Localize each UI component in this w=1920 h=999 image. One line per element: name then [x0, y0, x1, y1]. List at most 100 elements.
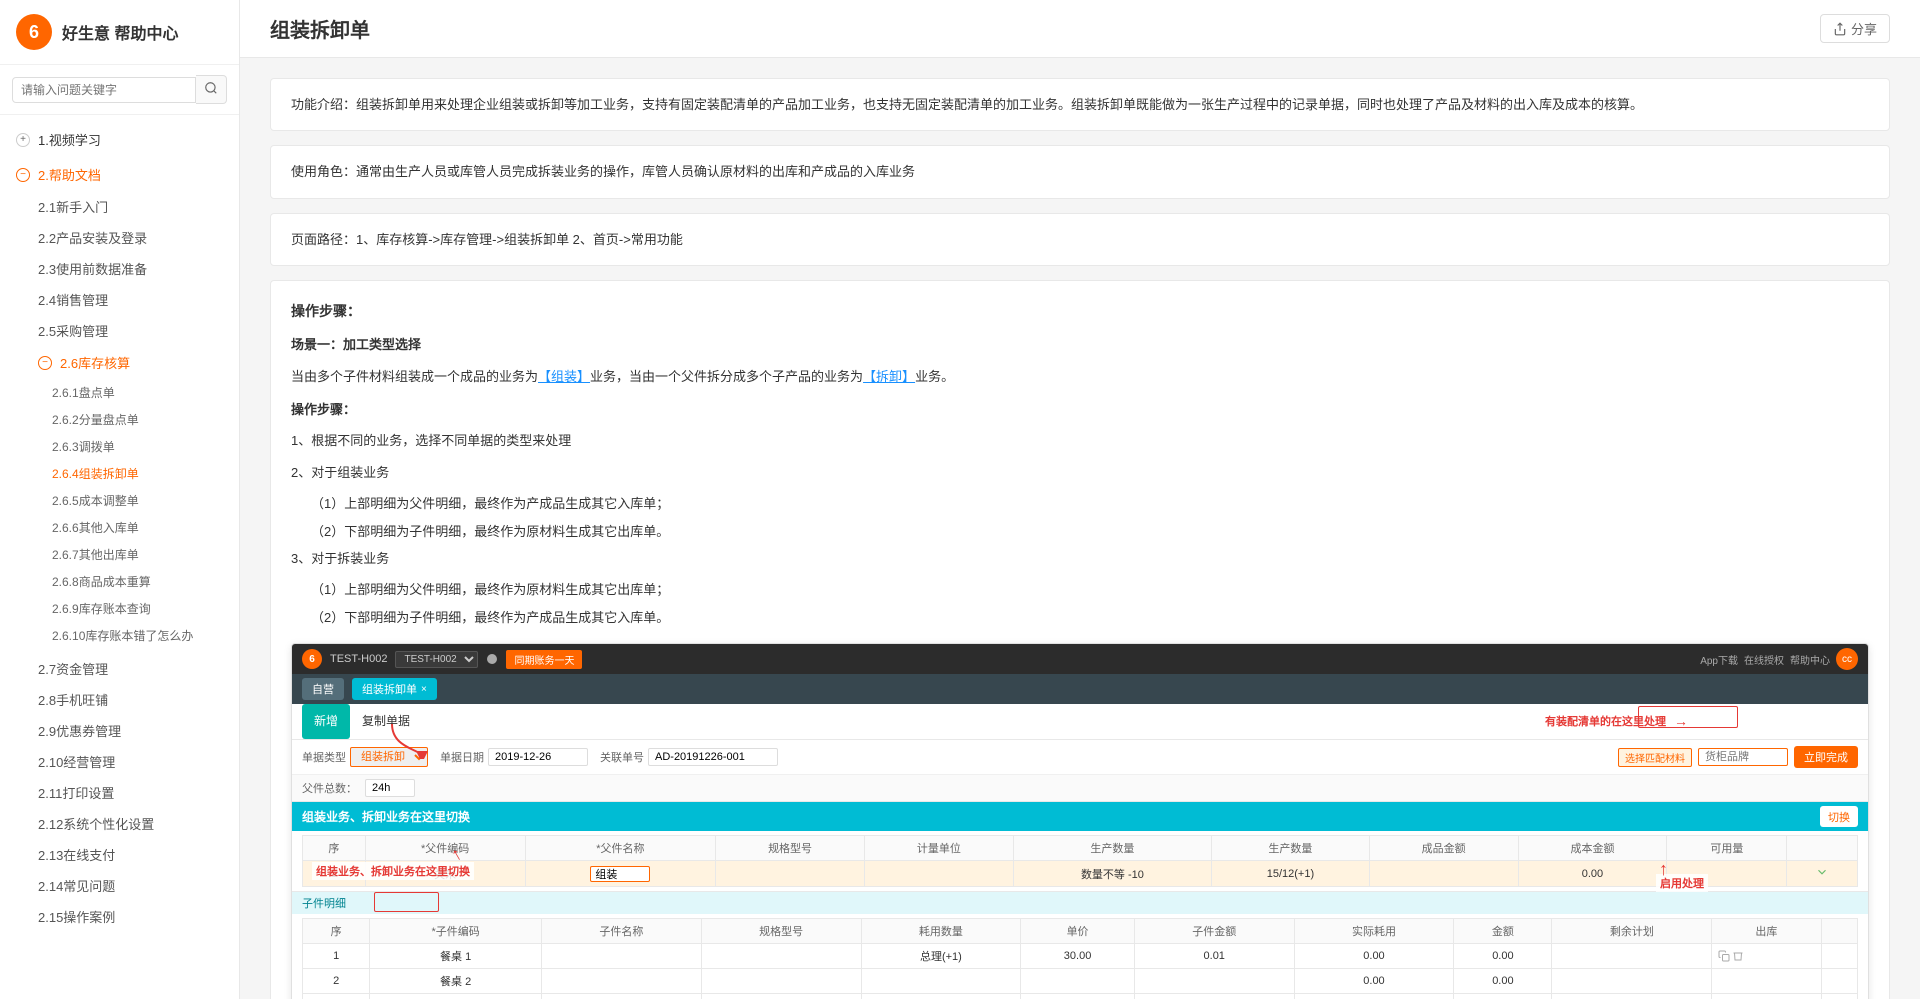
- inner-table-bottom-container: 序 *子件编码 子件名称 规格型号 耗用数量 单价 子件金额 实际耗用 金额 剩…: [292, 914, 1868, 999]
- nav-section-inventory: − 2.6库存核算 2.6.1盘点单 2.6.2分量盘点单 2.6.3调拨单 2…: [0, 346, 239, 649]
- inner-sync-btn[interactable]: 同期账务一天: [506, 650, 582, 669]
- inner-company: TEST-H002: [330, 653, 387, 665]
- inner-ref-input[interactable]: [648, 748, 778, 766]
- sidebar-item-split[interactable]: 2.6.2分量盘点单: [0, 406, 239, 433]
- sidebar-item-sales[interactable]: 2.4销售管理: [0, 284, 239, 315]
- function-intro-box: 功能介绍：组装拆卸单用来处理企业组装或拆卸等加工业务，支持有固定装配清单的产品加…: [270, 78, 1890, 131]
- copy-icon[interactable]: [1718, 950, 1730, 962]
- sidebar-search-area: [0, 65, 239, 115]
- delete-icon[interactable]: [1732, 950, 1744, 962]
- sidebar-item-cases[interactable]: 2.15操作案例: [0, 901, 239, 932]
- inner-table-bottom: 序 *子件编码 子件名称 规格型号 耗用数量 单价 子件金额 实际耗用 金额 剩…: [302, 918, 1858, 999]
- sidebar: 6 好生意 帮助中心 + 1.视频学习 − 2.帮助文档 2.1新手入门 2.2…: [0, 0, 240, 999]
- sidebar-item-install[interactable]: 2.2产品安装及登录: [0, 222, 239, 253]
- inner-tab-copy[interactable]: 复制单据: [350, 704, 422, 739]
- scenario1-title: 场景一：加工类型选择: [291, 337, 421, 352]
- steps-title: 操作步骤：: [291, 398, 1869, 421]
- operations-section: 操作步骤： 场景一：加工类型选择 当由多个子件材料组装成一个成品的业务为【组装】…: [270, 280, 1890, 999]
- step2: 2、对于组装业务: [291, 461, 1869, 484]
- row-expand-icon[interactable]: [1815, 865, 1829, 879]
- inner-ref-group: 关联单号: [600, 748, 778, 766]
- sidebar-item-mobile[interactable]: 2.8手机旺铺: [0, 684, 239, 715]
- sidebar-item-data[interactable]: 2.3使用前数据准备: [0, 253, 239, 284]
- inner-confirm-btn[interactable]: 立即完成: [1794, 746, 1858, 768]
- main-header: 组装拆卸单 分享: [240, 0, 1920, 58]
- sidebar-item-cost[interactable]: 2.6.5成本调整单: [0, 487, 239, 514]
- sidebar-item-error[interactable]: 2.6.10库存账本错了怎么办: [0, 622, 239, 649]
- sidebar-item-print[interactable]: 2.11打印设置: [0, 777, 239, 808]
- app-logo-icon: 6: [16, 14, 52, 50]
- sidebar-item-purchase[interactable]: 2.5采购管理: [0, 315, 239, 346]
- sidebar-item-assembly[interactable]: 2.6.4组装拆卸单: [0, 460, 239, 487]
- page-title: 组装拆卸单: [270, 14, 370, 43]
- inner-match-badge[interactable]: 选择匹配材料: [1618, 748, 1692, 767]
- inner-search-group: [1698, 748, 1788, 766]
- inner-cell-input[interactable]: [590, 866, 650, 882]
- sidebar-item-custom[interactable]: 2.12系统个性化设置: [0, 808, 239, 839]
- inner-form-row2: 父件总数：: [292, 775, 1868, 802]
- app-title: 好生意 帮助中心: [62, 20, 178, 44]
- sidebar-item-newbie[interactable]: 2.1新手入门: [0, 191, 239, 222]
- inner-table-top: 序 *父件编码 *父件名称 规格型号 计量单位 生产数量 生产数量 成品金额 成…: [302, 835, 1858, 887]
- nav-section-video: + 1.视频学习: [0, 123, 239, 156]
- expand-icon: +: [16, 133, 30, 147]
- inner-date-input[interactable]: [488, 748, 588, 766]
- screenshot-container: 6 TEST-H002 TEST-H002 同期账务一天 App下载在线授权帮助…: [291, 643, 1869, 999]
- path-box: 页面路径：1、库存核算->库存管理->组装拆卸单 2、首页->常用功能: [270, 213, 1890, 266]
- sidebar-item-docs[interactable]: − 2.帮助文档: [0, 158, 239, 191]
- inner-topbar-right: App下载在线授权帮助中心 cc: [1700, 648, 1858, 670]
- role-box: 使用角色：通常由生产人员或库管人员完成拆装业务的操作，库管人员确认原材料的出库和…: [270, 145, 1890, 198]
- inner-type-select[interactable]: 组装拆卸: [350, 747, 428, 767]
- disassembly-step2: （2）下部明细为子件明细，最终作为产成品生成其它入库单。: [311, 606, 1869, 629]
- assembly-step1: （1）上部明细为父件明细，最终作为产成品生成其它入库单；: [311, 492, 1869, 515]
- inner-nav-assembly[interactable]: 组装拆卸单 ×: [352, 678, 437, 700]
- inner-table-header-bottom: 子件明细: [292, 891, 1868, 914]
- sidebar-item-online[interactable]: 2.13在线支付: [0, 839, 239, 870]
- sidebar-logo: 6 好生意 帮助中心: [0, 0, 239, 65]
- disassembly-step1: （1）上部明细为父件明细，最终作为原材料生成其它出库单；: [311, 578, 1869, 601]
- sidebar-item-inventory[interactable]: − 2.6库存核算: [0, 346, 239, 379]
- sidebar-item-query[interactable]: 2.6.9库存账本查询: [0, 595, 239, 622]
- inner-parent-count[interactable]: [365, 779, 415, 797]
- main-area: 组装拆卸单 分享 功能介绍：组装拆卸单用来处理企业组装或拆卸等加工业务，支持有固…: [240, 0, 1920, 999]
- table-row: 30.00: [303, 994, 1858, 999]
- inner-nav-home[interactable]: 自营: [302, 678, 344, 700]
- sidebar-item-faq[interactable]: 2.14常见问题: [0, 870, 239, 901]
- collapse-inventory-icon: −: [38, 356, 52, 370]
- sidebar-item-adjust[interactable]: 2.6.3调拨单: [0, 433, 239, 460]
- inner-switch-btn[interactable]: 切换: [1820, 806, 1858, 827]
- table-row: 1 餐桌 1 总理(+1) 30.00 0.01 0.00 0.00: [303, 944, 1858, 969]
- table-row: 2餐桌 20.000.00: [303, 969, 1858, 994]
- inner-topbar: 6 TEST-H002 TEST-H002 同期账务一天 App下载在线授权帮助…: [292, 644, 1868, 674]
- sidebar-item-operation[interactable]: 2.10经营管理: [0, 746, 239, 777]
- sidebar-nav: + 1.视频学习 − 2.帮助文档 2.1新手入门 2.2产品安装及登录 2.3…: [0, 115, 239, 999]
- scenario1-desc: 当由多个子件材料组装成一个成品的业务为【组装】业务，当由一个父件拆分成多个子产品…: [291, 365, 1869, 388]
- inventory-sub-items: 2.6.1盘点单 2.6.2分量盘点单 2.6.3调拨单 2.6.4组装拆卸单 …: [0, 379, 239, 649]
- inner-search-input[interactable]: [1698, 748, 1788, 766]
- assembly-step2: （2）下部明细为子件明细，最终作为原材料生成其它出库单。: [311, 520, 1869, 543]
- step3: 3、对于拆装业务: [291, 547, 1869, 570]
- sidebar-item-outother[interactable]: 2.6.7其他出库单: [0, 541, 239, 568]
- search-button[interactable]: [196, 75, 227, 104]
- main-content: 功能介绍：组装拆卸单用来处理企业组装或拆卸等加工业务，支持有固定装配清单的产品加…: [240, 58, 1920, 999]
- inner-submenu: 新增 复制单据: [292, 704, 1868, 740]
- sidebar-item-inother[interactable]: 2.6.6其他入库单: [0, 514, 239, 541]
- sidebar-item-goodscost[interactable]: 2.6.8商品成本重算: [0, 568, 239, 595]
- operations-title: 操作步骤：: [291, 301, 1869, 321]
- docs-sub-items: 2.1新手入门 2.2产品安装及登录 2.3使用前数据准备 2.4销售管理 2.…: [0, 191, 239, 932]
- inner-tab-new[interactable]: 新增: [302, 704, 350, 739]
- collapse-icon: −: [16, 168, 30, 182]
- table-row: 1 关米 数量不等 -10 15/12(+1) 0.00: [303, 861, 1858, 887]
- sidebar-item-coupon[interactable]: 2.9优惠券管理: [0, 715, 239, 746]
- inner-table-header-top: 组装业务、拆卸业务在这里切换 切换: [292, 802, 1868, 831]
- inner-date-group: 单据日期: [440, 748, 588, 766]
- search-input[interactable]: [12, 77, 196, 103]
- share-button[interactable]: 分享: [1820, 14, 1890, 43]
- nav-section-docs: − 2.帮助文档 2.1新手入门 2.2产品安装及登录 2.3使用前数据准备 2…: [0, 158, 239, 932]
- step1: 1、根据不同的业务，选择不同单据的类型来处理: [291, 429, 1869, 452]
- sidebar-item-video[interactable]: + 1.视频学习: [0, 123, 239, 156]
- inner-type-select-group: 单据类型 组装拆卸: [302, 747, 428, 767]
- sidebar-item-stocktake[interactable]: 2.6.1盘点单: [0, 379, 239, 406]
- sidebar-item-finance[interactable]: 2.7资金管理: [0, 653, 239, 684]
- inner-company-select[interactable]: TEST-H002: [395, 651, 478, 668]
